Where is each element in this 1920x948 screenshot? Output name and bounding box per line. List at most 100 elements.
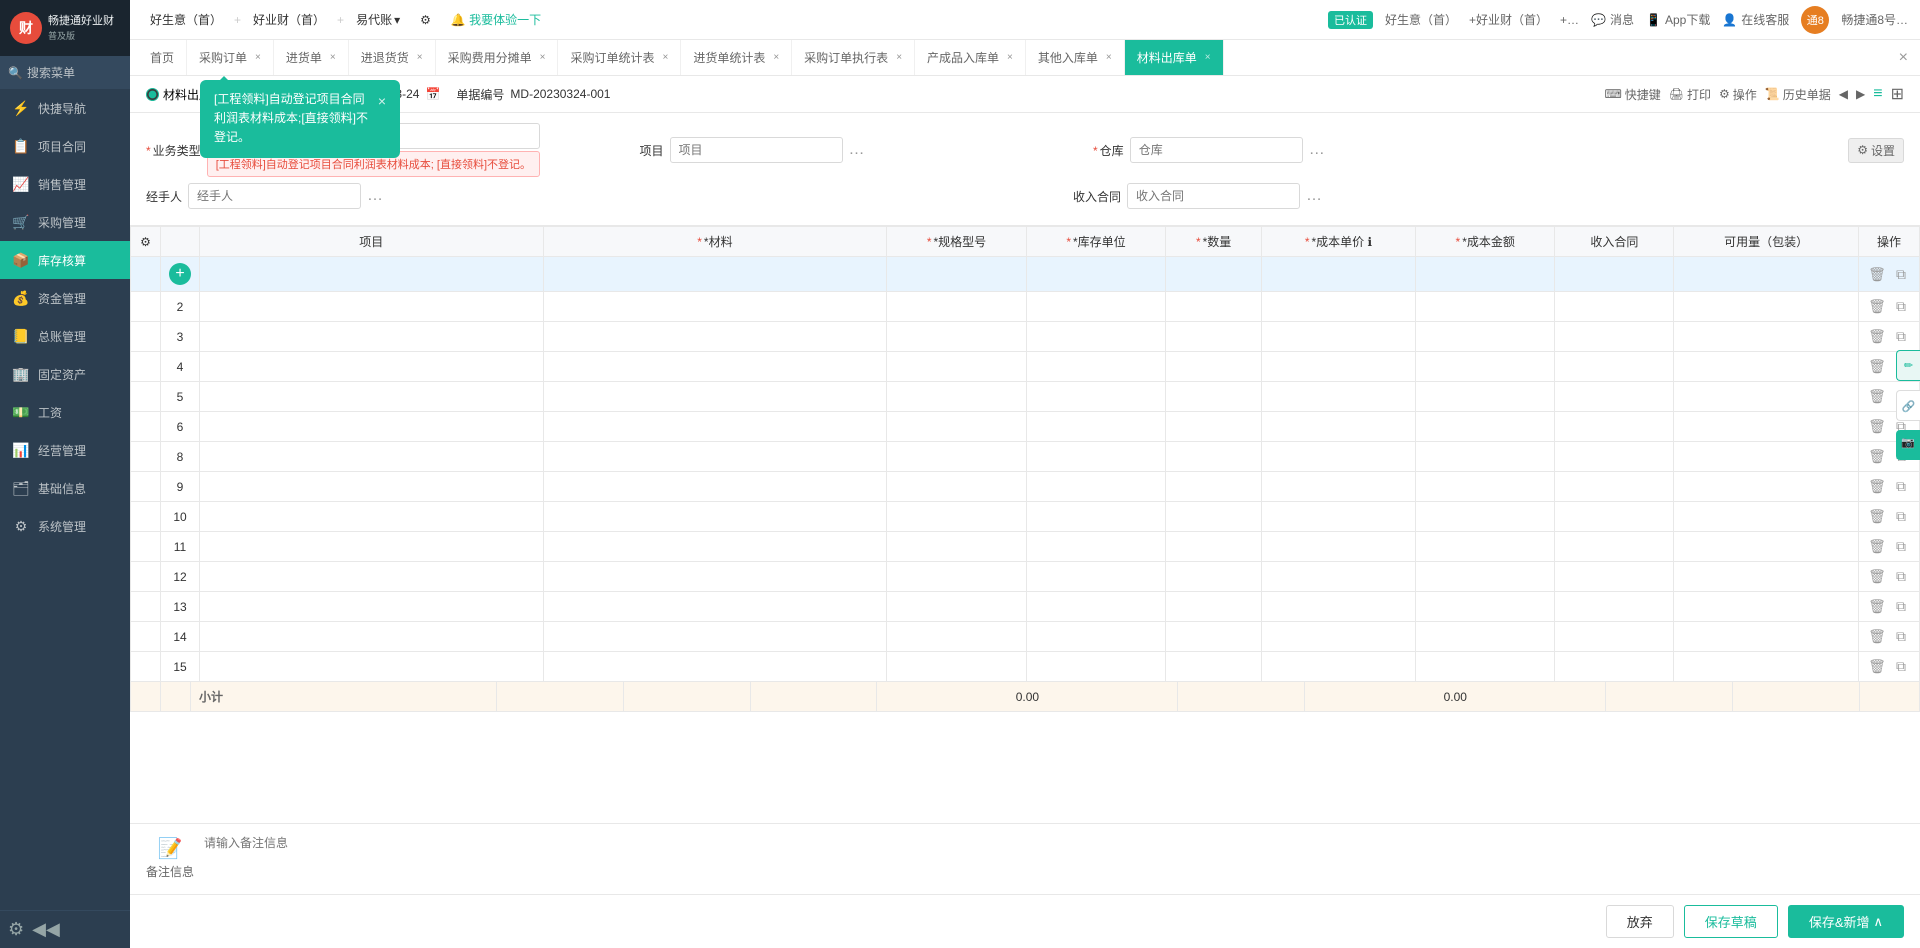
user-avatar[interactable]: 通8 bbox=[1801, 6, 1829, 34]
row-cost-amount-cell[interactable] bbox=[1415, 532, 1555, 562]
form-settings-btn[interactable]: ⚙ 设置 bbox=[1848, 138, 1904, 163]
prev-btn[interactable]: ◀ bbox=[1839, 87, 1848, 101]
tab-close-icon[interactable]: × bbox=[1106, 52, 1112, 63]
row-project-cell[interactable] bbox=[200, 257, 544, 292]
row-material-input[interactable] bbox=[552, 261, 879, 287]
row-spec-cell[interactable] bbox=[887, 322, 1027, 352]
row-available-cell[interactable] bbox=[1674, 652, 1859, 682]
row-income-cell[interactable] bbox=[1555, 352, 1674, 382]
topbar-nav-yidazhang[interactable]: 易代账 ▾ bbox=[348, 7, 408, 32]
add-row-btn[interactable]: + bbox=[169, 263, 191, 285]
right-panel-btn-3[interactable]: 📷 bbox=[1896, 430, 1920, 459]
radio-out-input[interactable] bbox=[146, 88, 159, 101]
row-available-cell[interactable] bbox=[1674, 352, 1859, 382]
sidebar-item-sales[interactable]: 📈 销售管理 bbox=[0, 165, 130, 203]
row-available-cell[interactable] bbox=[1674, 622, 1859, 652]
row-qty-cell[interactable] bbox=[1166, 562, 1262, 592]
row-cost-cell[interactable] bbox=[1261, 532, 1415, 562]
tab-close-icon[interactable]: × bbox=[773, 52, 779, 63]
row-available-cell[interactable] bbox=[1674, 382, 1859, 412]
row-material-cell[interactable] bbox=[543, 622, 887, 652]
row-material-cell[interactable] bbox=[543, 592, 887, 622]
row-project-cell[interactable] bbox=[200, 442, 544, 472]
topbar-settings-icon[interactable]: ⚙ bbox=[412, 9, 439, 31]
delete-icon[interactable]: 🗑 bbox=[1867, 387, 1887, 407]
collapse-icon[interactable]: ◀◀ bbox=[32, 919, 60, 940]
grid-view-btn[interactable]: ⊞ bbox=[1891, 84, 1904, 104]
operations-btn[interactable]: ⚙ 操作 bbox=[1719, 86, 1757, 103]
row-spec-cell[interactable] bbox=[887, 292, 1027, 322]
discard-button[interactable]: 放弃 bbox=[1606, 905, 1674, 938]
sidebar-item-project[interactable]: 📋 项目合同 bbox=[0, 127, 130, 165]
tab-close-all[interactable]: × bbox=[1895, 45, 1912, 71]
row-cost-cell[interactable] bbox=[1261, 352, 1415, 382]
topbar-app-download[interactable]: 📱 App下载 bbox=[1646, 11, 1710, 28]
row-material-cell[interactable] bbox=[543, 502, 887, 532]
copy-icon[interactable]: ⧉ bbox=[1891, 537, 1911, 557]
row-cost-cell[interactable] bbox=[1261, 442, 1415, 472]
row-income-cell[interactable] bbox=[1555, 472, 1674, 502]
sidebar-item-finance[interactable]: 💰 资金管理 bbox=[0, 279, 130, 317]
row-income-cell[interactable] bbox=[1555, 292, 1674, 322]
tooltip-close-btn[interactable]: × bbox=[378, 90, 386, 112]
topbar-haoshengyi[interactable]: 好生意（首） bbox=[1385, 11, 1457, 28]
sidebar-item-purchase[interactable]: 🛒 采购管理 bbox=[0, 203, 130, 241]
save-new-button[interactable]: 保存&新增 ∧ bbox=[1788, 905, 1904, 938]
income-contract-dots-btn[interactable]: … bbox=[1306, 187, 1322, 205]
copy-icon[interactable]: ⧉ bbox=[1891, 477, 1911, 497]
row-qty-cell[interactable] bbox=[1166, 292, 1262, 322]
tab-close-icon[interactable]: × bbox=[417, 52, 423, 63]
row-spec-cell[interactable] bbox=[887, 562, 1027, 592]
row-cost-amount-cell[interactable] bbox=[1415, 322, 1555, 352]
income-contract-input[interactable] bbox=[1127, 183, 1300, 209]
delete-icon[interactable]: 🗑 bbox=[1867, 417, 1887, 437]
row-material-cell[interactable] bbox=[543, 562, 887, 592]
row-project-cell[interactable] bbox=[200, 292, 544, 322]
copy-icon[interactable]: ⧉ bbox=[1891, 597, 1911, 617]
row-unit-cell[interactable] bbox=[1026, 292, 1166, 322]
copy-icon[interactable]: ⧉ bbox=[1891, 567, 1911, 587]
row-material-cell[interactable] bbox=[543, 292, 887, 322]
topbar-more[interactable]: +… bbox=[1560, 13, 1579, 27]
copy-icon[interactable]: ⧉ bbox=[1891, 507, 1911, 527]
row-cost-cell[interactable] bbox=[1261, 652, 1415, 682]
row-unit-cell[interactable] bbox=[1026, 412, 1166, 442]
row-income-cell[interactable] bbox=[1555, 257, 1674, 292]
row-spec-cell[interactable] bbox=[887, 652, 1027, 682]
delete-icon[interactable]: 🗑 bbox=[1867, 537, 1887, 557]
row-project-cell[interactable] bbox=[200, 622, 544, 652]
project-dots-btn[interactable]: … bbox=[849, 141, 865, 159]
row-cost-cell[interactable] bbox=[1261, 502, 1415, 532]
tab-purchase-receipt[interactable]: 进货单 × bbox=[274, 40, 349, 76]
row-qty-cell[interactable] bbox=[1166, 532, 1262, 562]
sidebar-item-mgmt[interactable]: 📊 经营管理 bbox=[0, 431, 130, 469]
right-panel-btn-1[interactable]: ✏ bbox=[1896, 350, 1920, 381]
shortcuts-btn[interactable]: ⌨ 快捷键 bbox=[1604, 86, 1660, 103]
copy-icon[interactable]: ⧉ bbox=[1891, 297, 1911, 317]
row-unit-cell[interactable] bbox=[1026, 502, 1166, 532]
row-spec-cell[interactable] bbox=[887, 442, 1027, 472]
row-cost-amount-cell[interactable] bbox=[1415, 502, 1555, 532]
row-unit-cell[interactable] bbox=[1026, 322, 1166, 352]
warehouse-input[interactable] bbox=[1130, 137, 1303, 163]
row-project-cell[interactable] bbox=[200, 382, 544, 412]
row-qty-cell[interactable] bbox=[1166, 412, 1262, 442]
row-income-cell[interactable] bbox=[1555, 502, 1674, 532]
handler-dots-btn[interactable]: … bbox=[367, 187, 383, 205]
delete-icon[interactable]: 🗑 bbox=[1867, 447, 1887, 467]
row-income-cell[interactable] bbox=[1555, 622, 1674, 652]
row-cost-amount-cell[interactable] bbox=[1415, 562, 1555, 592]
row-material-cell[interactable] bbox=[543, 257, 887, 292]
row-unit-cell[interactable] bbox=[1026, 592, 1166, 622]
row-unit-cell[interactable] bbox=[1026, 382, 1166, 412]
row-unit-cell[interactable] bbox=[1026, 442, 1166, 472]
row-project-cell[interactable] bbox=[200, 532, 544, 562]
copy-icon[interactable]: ⧉ bbox=[1891, 627, 1911, 647]
row-spec-cell[interactable] bbox=[887, 502, 1027, 532]
delete-icon[interactable]: 🗑 bbox=[1867, 627, 1887, 647]
sidebar-item-inventory[interactable]: 📦 库存核算 bbox=[0, 241, 130, 279]
row-available-cell[interactable] bbox=[1674, 292, 1859, 322]
col-settings[interactable]: ⚙ bbox=[131, 227, 161, 257]
row-available-cell[interactable] bbox=[1674, 472, 1859, 502]
topbar-nav-haoshengyi[interactable]: 好生意（首） bbox=[142, 7, 230, 32]
